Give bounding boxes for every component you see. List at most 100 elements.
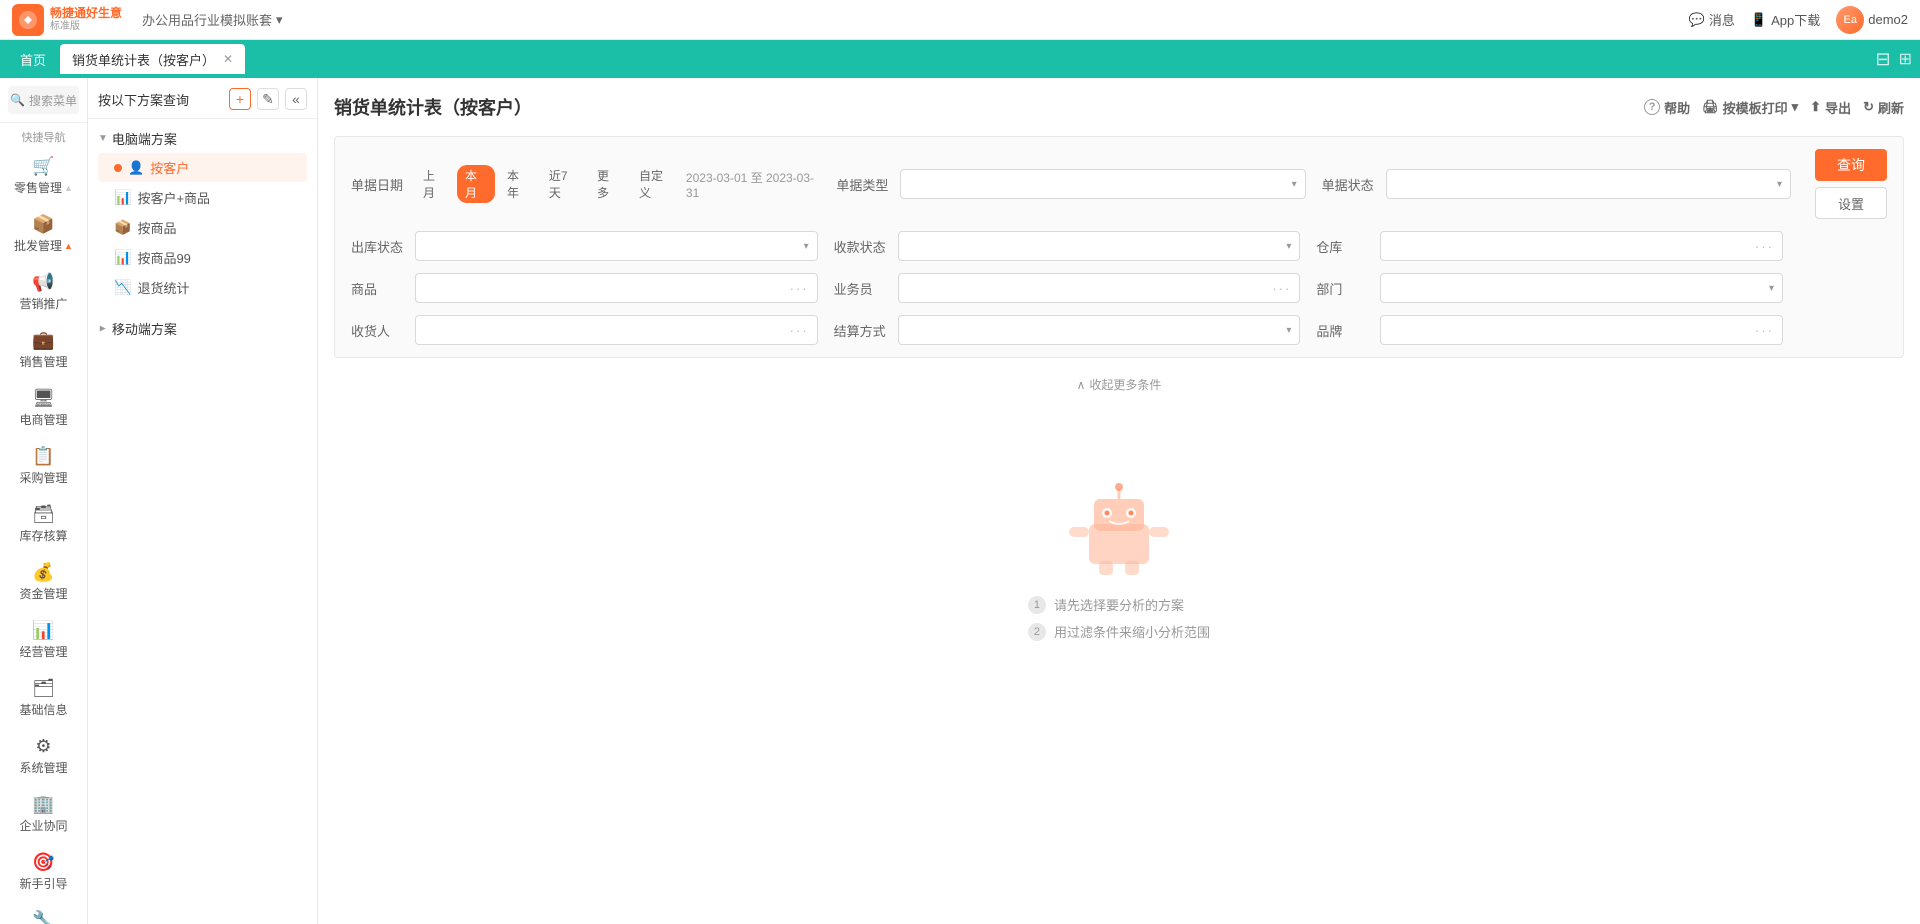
export-label: 导出 (1825, 98, 1851, 117)
tab-bar: 首页 销货单统计表（按客户） ✕ ⊟ ⊞ (0, 40, 1920, 78)
inventory-label: 库存核算 (19, 527, 67, 544)
out-status-select[interactable]: ▾ (415, 231, 818, 261)
date-tab-this-month[interactable]: 本月 (457, 165, 495, 203)
salesperson-input[interactable]: ··· (898, 273, 1301, 303)
active-scheme-dot (114, 164, 122, 172)
export-btn[interactable]: ⬆ 导出 (1810, 98, 1851, 117)
brand-dots-icon[interactable]: ··· (1755, 323, 1774, 338)
sidebar-item-apps[interactable]: 🔧 应用中心 (4, 902, 83, 924)
date-range-text: 2023-03-01 至 2023-03-31 (686, 169, 820, 200)
tab-maximize-btn[interactable]: ⊞ (1899, 49, 1912, 69)
industry-selector[interactable]: 办公用品行业模拟账套 ▾ (142, 10, 283, 29)
app-download-btn[interactable]: 📱 App下载 (1751, 10, 1820, 29)
scheme-panel-actions: + ✎ « (229, 88, 307, 110)
app-download-label: App下载 (1771, 10, 1820, 29)
sidebar-item-enterprise[interactable]: 🏢 企业协同 (4, 786, 83, 842)
sidebar-item-purchase[interactable]: 📋 采购管理 (4, 438, 83, 494)
logo-text-area: 畅捷通好生意 标准版 (50, 6, 122, 32)
scheme-group-mobile-header[interactable]: ▼ 移动端方案 (98, 315, 307, 342)
sidebar-item-base[interactable]: 🗂 基础信息 (4, 670, 83, 726)
sidebar-item-sales[interactable]: 💼 销售管理 (4, 322, 83, 378)
order-status-select[interactable]: ▾ (1386, 169, 1791, 199)
wholesale-icon: 📦 (32, 214, 54, 235)
product-dots-icon[interactable]: ··· (790, 281, 809, 296)
warehouse-input[interactable]: ··· (1380, 231, 1783, 261)
settlement-select[interactable]: ▾ (898, 315, 1301, 345)
message-btn[interactable]: 💬 消息 (1689, 10, 1735, 29)
sidebar-item-system[interactable]: ⚙ 系统管理 (4, 728, 83, 784)
operation-label: 经营管理 (19, 643, 67, 660)
query-btn[interactable]: 查询 (1815, 149, 1887, 181)
user-name: demo2 (1868, 12, 1908, 27)
sidebar-item-operation[interactable]: 📊 经营管理 (4, 612, 83, 668)
tab-close-icon[interactable]: ✕ (223, 52, 233, 66)
scheme-group-mobile: ▼ 移动端方案 (88, 309, 317, 348)
tip-text-1: 请先选择要分析的方案 (1054, 595, 1184, 614)
tab-sales-report[interactable]: 销货单统计表（按客户） ✕ (60, 44, 245, 74)
filter-recipient-item: 收货人 ··· (351, 315, 818, 345)
date-tab-custom[interactable]: 自定义 (631, 165, 680, 203)
warehouse-dots-icon[interactable]: ··· (1755, 239, 1774, 254)
sidebar-search-area: 🔍 搜索菜单 (0, 78, 87, 123)
inventory-icon: 🗃 (32, 504, 55, 525)
department-label: 部门 (1316, 279, 1372, 298)
refresh-label: 刷新 (1878, 98, 1904, 117)
collapse-bar[interactable]: ∧ 收起更多条件 (334, 370, 1904, 399)
setting-btn[interactable]: 设置 (1815, 187, 1887, 219)
order-type-select[interactable]: ▾ (900, 169, 1305, 199)
filter-brand-item: 品牌 ··· (1316, 315, 1783, 345)
print-btn[interactable]: 🖨 按模板打印 ▾ (1702, 98, 1798, 117)
collapse-arrow-icon: ∧ (1077, 378, 1086, 392)
scheme-add-btn[interactable]: + (229, 88, 251, 110)
salesperson-dots-icon[interactable]: ··· (1272, 281, 1291, 296)
date-tab-7days[interactable]: 近7天 (541, 165, 585, 203)
warehouse-label: 仓库 (1316, 237, 1372, 256)
date-tab-more[interactable]: 更多 (589, 165, 627, 203)
tab-minimize-btn[interactable]: ⊟ (1876, 49, 1891, 70)
sidebar-item-marketing[interactable]: 📢 营销推广 (4, 264, 83, 320)
collection-status-chevron-icon: ▾ (1286, 241, 1291, 252)
salesperson-label: 业务员 (834, 279, 890, 298)
user-avatar-text: Ea (1844, 14, 1857, 26)
collection-status-select[interactable]: ▾ (898, 231, 1301, 261)
apps-icon: 🔧 (32, 910, 54, 924)
settlement-chevron-icon: ▾ (1286, 325, 1291, 336)
date-tab-last-month[interactable]: 上月 (415, 165, 453, 203)
refresh-btn[interactable]: ↻ 刷新 (1863, 98, 1904, 117)
by-product-99-label: 按商品99 (137, 248, 190, 267)
recipient-dots-icon[interactable]: ··· (790, 323, 809, 338)
user-area[interactable]: Ea demo2 (1836, 6, 1908, 34)
header-right: 💬 消息 📱 App下载 Ea demo2 (1689, 6, 1908, 34)
brand-input[interactable]: ··· (1380, 315, 1783, 345)
filter-row-3: 商品 ··· 业务员 ··· (351, 273, 1887, 303)
filter-order-status-item: 单据状态 ▾ (1322, 169, 1791, 199)
filter-warehouse-item: 仓库 ··· (1316, 231, 1783, 261)
sidebar-item-newbie[interactable]: 🎯 新手引导 (4, 844, 83, 900)
scheme-item-by-product[interactable]: 📦 按商品 (98, 213, 307, 242)
date-tab-this-year[interactable]: 本年 (499, 165, 537, 203)
filter-area: 单据日期 上月 本月 本年 近7天 更多 自定义 20 (334, 136, 1904, 358)
recipient-input[interactable]: ··· (415, 315, 818, 345)
user-avatar: Ea (1836, 6, 1864, 34)
tab-home[interactable]: 首页 (8, 44, 58, 74)
scheme-item-by-product-99[interactable]: 📊 按商品99 (98, 243, 307, 272)
sidebar-item-retail[interactable]: 🛒 零售管理 ▲ (4, 148, 83, 204)
sidebar-item-finance[interactable]: 💰 资金管理 (4, 554, 83, 610)
search-menu-btn[interactable]: 🔍 搜索菜单 (8, 86, 79, 114)
scheme-item-return-stats[interactable]: 📉 退货统计 (98, 273, 307, 302)
tip-num-1: 1 (1028, 596, 1046, 614)
scheme-edit-btn[interactable]: ✎ (257, 88, 279, 110)
sidebar-item-inventory[interactable]: 🗃 库存核算 (4, 496, 83, 552)
scheme-item-by-customer-product[interactable]: 📊 按客户+商品 (98, 183, 307, 212)
scheme-group-desktop-header[interactable]: ▼ 电脑端方案 (98, 125, 307, 152)
sidebar-item-wholesale[interactable]: 📦 批发管理 ▲ (4, 206, 83, 262)
scheme-item-by-customer[interactable]: 👤 按客户 (98, 153, 307, 182)
department-select[interactable]: ▾ (1380, 273, 1783, 303)
filter-row-4: 收货人 ··· 结算方式 ▾ (351, 315, 1887, 345)
help-btn[interactable]: ? 帮助 (1644, 98, 1690, 117)
scheme-collapse-btn[interactable]: « (285, 88, 307, 110)
sidebar-item-ecommerce[interactable]: 🖥 电商管理 (4, 380, 83, 436)
filter-collection-status-item: 收款状态 ▾ (834, 231, 1301, 261)
search-icon: 🔍 (10, 93, 25, 107)
product-input[interactable]: ··· (415, 273, 818, 303)
